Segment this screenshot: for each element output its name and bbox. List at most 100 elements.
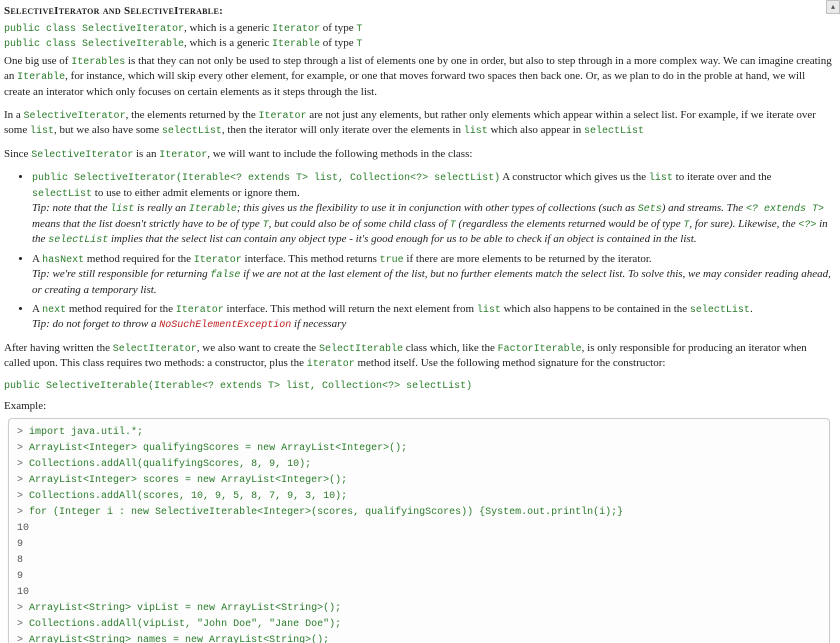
text: A <box>32 303 42 315</box>
text: (regardless the elements returned would … <box>456 218 684 230</box>
text: Tip: we're still responsible for returni… <box>32 268 210 280</box>
tip-text: Tip: note that the list is really an Ite… <box>32 202 828 245</box>
text: is really an <box>134 202 189 214</box>
section-title: SelectiveIterator and SelectiveIterable: <box>4 4 834 19</box>
code-example-box: > import java.util.*; > ArrayList<Intege… <box>8 418 830 643</box>
text: method itself. Use the following method … <box>355 357 666 369</box>
code-span: public SelectiveIterator(Iterable<? exte… <box>32 173 500 184</box>
code-span: selectList <box>162 126 222 137</box>
text: implies that the select list can contain… <box>108 233 696 245</box>
text: A constructor which gives us the <box>500 171 649 183</box>
text: , but could also be of some child class … <box>269 218 450 230</box>
text: , we will want to include the following … <box>207 148 472 160</box>
prompt-char: > <box>17 475 23 486</box>
prompt-char: > <box>17 507 23 518</box>
methods-list: public SelectiveIterator(Iterable<? exte… <box>4 170 834 332</box>
text: interface. This method returns <box>242 253 380 265</box>
code-span: T <box>356 39 362 50</box>
output-line: 10 <box>17 521 821 537</box>
text: which also happens to be contained in th… <box>501 303 690 315</box>
code-span: FactorIterable <box>498 344 582 355</box>
text: to iterate over and the <box>673 171 772 183</box>
example-label: Example: <box>4 399 834 414</box>
class-decl-1: public class SelectiveIterator, which is… <box>4 21 834 37</box>
code-span: list <box>649 173 673 184</box>
text: , which is a generic <box>184 37 272 49</box>
output-line: 9 <box>17 569 821 585</box>
constructor-signature: public SelectiveIterable(Iterable<? exte… <box>4 380 834 394</box>
text: , for sure). Likewise, the <box>689 218 798 230</box>
list-item-next: A next method required for the Iterator … <box>32 302 834 333</box>
paragraph-iterables-use: One big use of Iterables is that they ca… <box>4 54 834 100</box>
code-span: hasNext <box>42 255 84 266</box>
text: which also appear in <box>488 124 584 136</box>
code-span: Iterables <box>71 57 125 68</box>
code-span: SelectiveIterator <box>31 150 133 161</box>
text: means that the list doesn't strictly hav… <box>32 218 263 230</box>
code-span: Iterator <box>176 305 224 316</box>
prompt-char: > <box>17 459 23 470</box>
code-line: Collections.addAll(qualifyingScores, 8, … <box>29 459 311 470</box>
code-span: selectList <box>584 126 644 137</box>
code-line: Collections.addAll(scores, 10, 9, 5, 8, … <box>29 491 347 502</box>
prompt-char: > <box>17 619 23 630</box>
code-span: public class SelectiveIterator <box>4 24 184 35</box>
text: of type <box>320 37 356 49</box>
code-span: list <box>464 126 488 137</box>
text: , but we also have some <box>54 124 162 136</box>
text: is an <box>133 148 159 160</box>
output-line: 9 <box>17 537 821 553</box>
list-item-constructor: public SelectiveIterator(Iterable<? exte… <box>32 170 834 248</box>
text: , the elements returned by the <box>126 109 259 121</box>
text: method required for the <box>66 303 176 315</box>
text: method required for the <box>84 253 194 265</box>
prompt-char: > <box>17 427 23 438</box>
code-line: ArrayList<String> names = new ArrayList<… <box>29 635 329 643</box>
code-span: NoSuchElementException <box>159 320 291 331</box>
text: ) and streams. The <box>662 202 746 214</box>
prompt-char: > <box>17 443 23 454</box>
code-span: Iterable <box>189 204 237 215</box>
scroll-up-button[interactable]: ▴ <box>826 0 840 14</box>
tip-text: Tip: do not forget to throw a NoSuchElem… <box>32 318 346 330</box>
text: A <box>32 253 42 265</box>
code-span: list <box>30 126 54 137</box>
code-span: SelectiveIterator <box>24 111 126 122</box>
text: interface. This method will return the n… <box>224 303 477 315</box>
output-line: 8 <box>17 553 821 569</box>
paragraph-since-iterator: Since SelectiveIterator is an Iterator, … <box>4 147 834 163</box>
code-span: SelectIterator <box>113 344 197 355</box>
code-span: <?> <box>798 220 816 231</box>
text: , we also want to create the <box>197 342 319 354</box>
code-span: <? extends T> <box>746 204 824 215</box>
text: . <box>750 303 753 315</box>
list-item-hasnext: A hasNext method required for the Iterat… <box>32 252 834 298</box>
text: of type <box>320 22 356 34</box>
code-span: Iterable <box>272 39 320 50</box>
code-span: public class SelectiveIterable <box>4 39 184 50</box>
class-decl-2: public class SelectiveIterable, which is… <box>4 36 834 52</box>
text: One big use of <box>4 55 71 67</box>
text: to use to either admit elements or ignor… <box>92 187 300 199</box>
code-span: Iterator <box>159 150 207 161</box>
code-span: Iterator <box>272 24 320 35</box>
text: Tip: note that the <box>32 202 110 214</box>
code-span: SelectIterable <box>319 344 403 355</box>
code-span: Iterable <box>17 72 65 83</box>
code-span: selectList <box>48 235 108 246</box>
text: , then the iterator will only iterate ov… <box>222 124 464 136</box>
paragraph-selective-iterator: In a SelectiveIterator, the elements ret… <box>4 108 834 139</box>
code-span: true <box>380 255 404 266</box>
paragraph-select-iterable: After having written the SelectIterator,… <box>4 341 834 372</box>
code-span: false <box>210 270 240 281</box>
text: class which, like the <box>403 342 498 354</box>
code-span: list <box>110 204 134 215</box>
text: ; this gives us the flexibility to use i… <box>237 202 638 214</box>
code-span: T <box>356 24 362 35</box>
prompt-char: > <box>17 635 23 643</box>
code-line: for (Integer i : new SelectiveIterable<I… <box>29 507 623 518</box>
code-span: Sets <box>638 204 662 215</box>
code-line: ArrayList<Integer> qualifyingScores = ne… <box>29 443 407 454</box>
code-line: Collections.addAll(vipList, "John Doe", … <box>29 619 341 630</box>
code-span: selectList <box>690 305 750 316</box>
